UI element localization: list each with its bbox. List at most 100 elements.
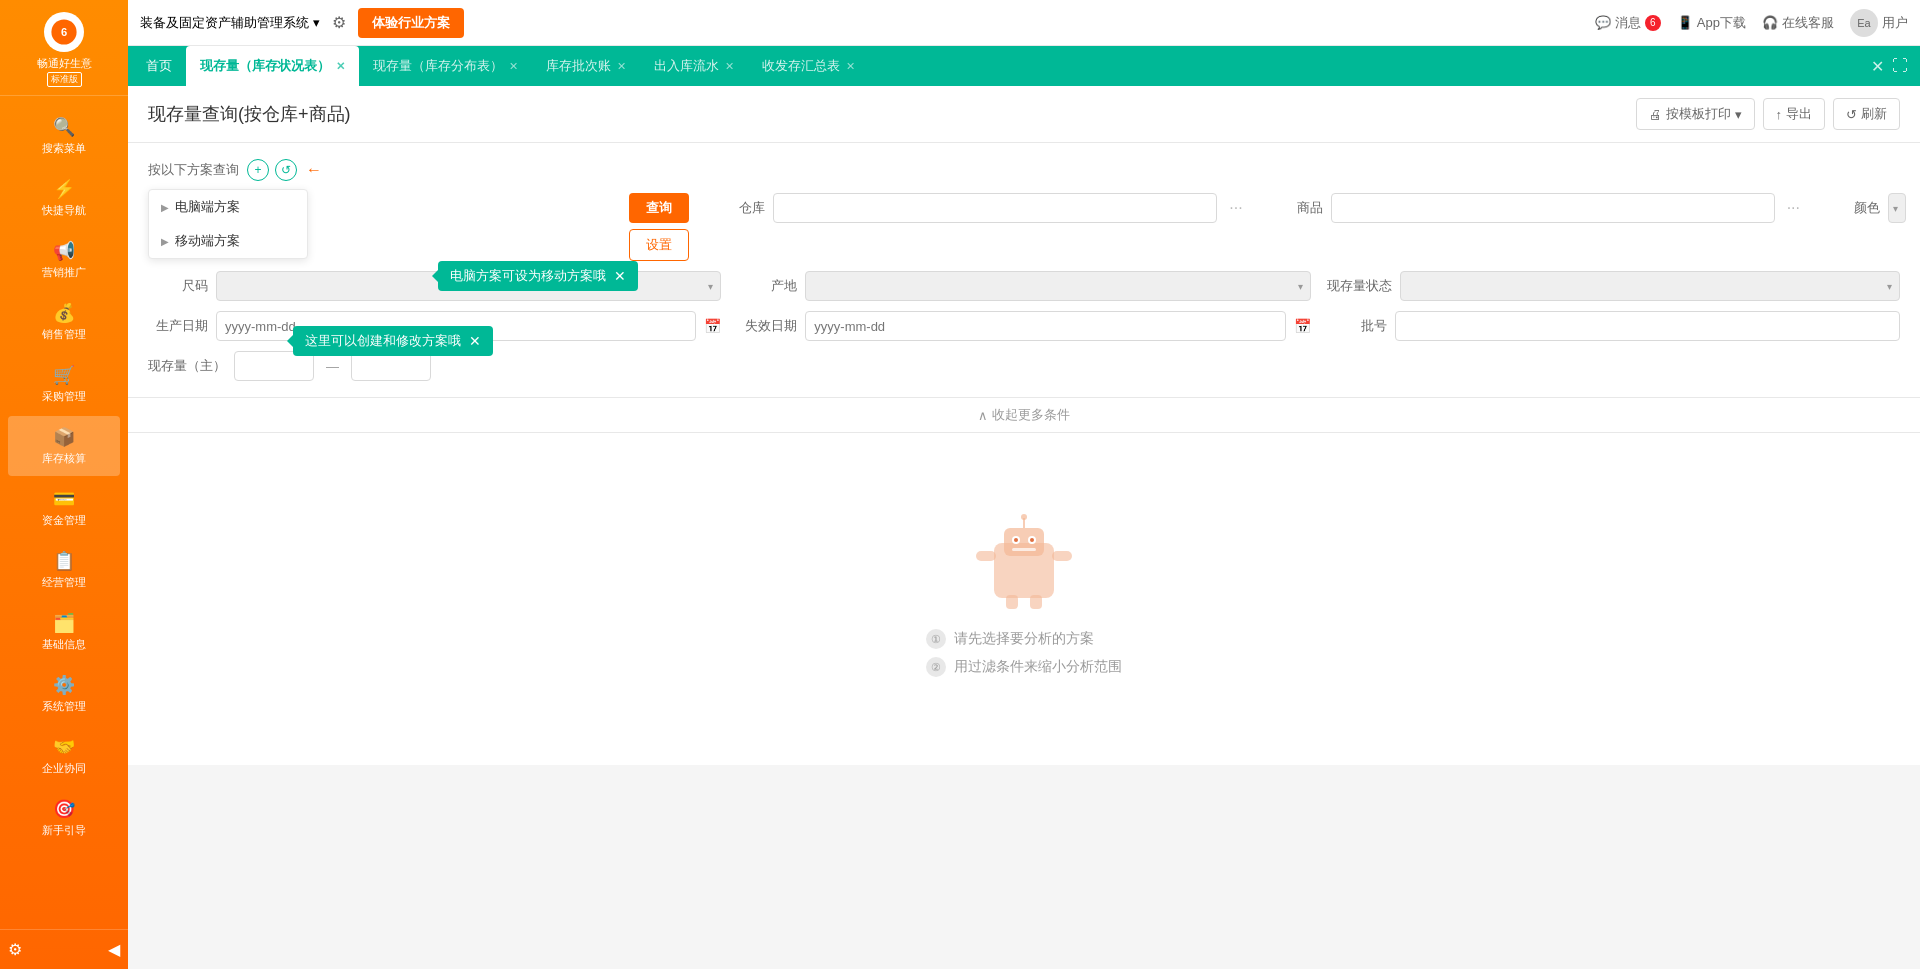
warehouse-dots[interactable]: ··· (1225, 199, 1246, 217)
tooltip-pc-close[interactable]: ✕ (614, 268, 626, 284)
batch-input[interactable] (1395, 311, 1900, 341)
support-label: 在线客服 (1782, 14, 1834, 32)
batch-label: 批号 (1327, 317, 1387, 335)
sidebar-item-purchase[interactable]: 🛒 采购管理 (8, 354, 120, 414)
top-header: 装备及固定资产辅助管理系统 ▾ ⚙ 体验行业方案 💬 消息 6 📱 App下载 … (128, 0, 1920, 46)
sidebar-item-marketing[interactable]: 📢 营销推广 (8, 230, 120, 290)
header-settings-btn[interactable]: ⚙ (332, 13, 346, 32)
back-btn[interactable]: ← (303, 159, 325, 181)
tab-close-inventory-batch[interactable]: ✕ (617, 60, 626, 73)
tab-inout-flow[interactable]: 出入库流水✕ (640, 46, 748, 86)
settings-footer-btn[interactable]: ⚙ (8, 940, 22, 959)
tab-bar-right: ✕ ⛶ (1871, 57, 1916, 76)
logo-icon: 6 (44, 12, 84, 52)
tab-close-inventory-dist[interactable]: ✕ (509, 60, 518, 73)
sidebar-item-system[interactable]: ⚙️ 系统管理 (8, 664, 120, 724)
basic-icon: 🗂️ (53, 612, 75, 634)
collapse-icon: ∧ (978, 408, 988, 423)
step1-text: 请先选择要分析的方案 (954, 630, 1094, 648)
sidebar-item-label-sales: 销售管理 (42, 327, 86, 342)
sidebar-item-enterprise[interactable]: 🤝 企业协同 (8, 726, 120, 786)
sidebar-item-basic[interactable]: 🗂️ 基础信息 (8, 602, 120, 662)
print-chevron-icon: ▾ (1735, 107, 1742, 122)
sidebar-item-search[interactable]: 🔍 搜索菜单 (8, 106, 120, 166)
tab-inventory-status[interactable]: 现存量（库存状况表） ✕ (186, 46, 359, 86)
tooltip-create-close[interactable]: ✕ (469, 333, 481, 349)
search-btn[interactable]: 查询 (629, 193, 689, 223)
stock-status-select[interactable] (1400, 271, 1900, 301)
sidebar-item-label-system: 系统管理 (42, 699, 86, 714)
warehouse-input[interactable] (773, 193, 1217, 223)
tooltip-pc-text: 电脑方案可设为移动方案哦 (450, 267, 606, 285)
tab-label-home: 首页 (146, 57, 172, 75)
reset-btn[interactable]: 设置 (629, 229, 689, 261)
messages-btn[interactable]: 💬 消息 6 (1595, 14, 1661, 32)
fullscreen-btn[interactable]: ⛶ (1892, 57, 1908, 75)
sidebar-item-sales[interactable]: 💰 销售管理 (8, 292, 120, 352)
sidebar-item-guide[interactable]: 🎯 新手引导 (8, 788, 120, 848)
trial-btn[interactable]: 体验行业方案 (358, 8, 464, 38)
svg-rect-12 (1030, 595, 1042, 609)
add-scheme-btn[interactable]: + (247, 159, 269, 181)
stock-main-label: 现存量（主） (148, 357, 226, 375)
tab-bar: 首页现存量（库存状况表）✕现存量（库存分布表）✕库存批次账✕出入库流水✕收发存汇… (128, 46, 1920, 86)
search-icon: 🔍 (53, 116, 75, 138)
tab-inventory-batch[interactable]: 库存批次账✕ (532, 46, 640, 86)
filter-goods: 商品 ··· (1263, 193, 1804, 223)
chevron-down-icon: ▾ (313, 15, 320, 30)
close-all-tabs-btn[interactable]: ✕ (1871, 57, 1884, 76)
sidebar-item-inventory[interactable]: 📦 库存核算 (8, 416, 120, 476)
goods-label: 商品 (1263, 199, 1323, 217)
print-btn[interactable]: 🖨 按模板打印 ▾ (1636, 98, 1755, 130)
refresh-btn[interactable]: ↺ 刷新 (1833, 98, 1900, 130)
sidebar-item-finance[interactable]: 💳 资金管理 (8, 478, 120, 538)
svg-point-7 (1030, 538, 1034, 542)
system-icon: ⚙️ (53, 674, 75, 696)
system-title-select[interactable]: 装备及固定资产辅助管理系统 ▾ (140, 14, 320, 32)
sidebar-item-quick[interactable]: ⚡ 快捷导航 (8, 168, 120, 228)
exp-date-cal-icon[interactable]: 📅 (1294, 318, 1311, 334)
prod-date-label: 生产日期 (148, 317, 208, 335)
user-btn[interactable]: Ea 用户 (1850, 9, 1908, 37)
purchase-icon: 🛒 (53, 364, 75, 386)
message-icon: 💬 (1595, 15, 1611, 30)
tab-close-inout-flow[interactable]: ✕ (725, 60, 734, 73)
tooltip-create-text: 这里可以创建和修改方案哦 (305, 332, 461, 350)
logo-badge: 标准版 (47, 72, 82, 87)
collapse-bar[interactable]: ∧ 收起更多条件 (128, 398, 1920, 433)
tab-label-inventory-status: 现存量（库存状况表） (200, 57, 330, 75)
stock-status-select-wrapper: ▾ (1400, 271, 1900, 301)
collapse-footer-btn[interactable]: ◀ (108, 940, 120, 959)
export-btn[interactable]: ↑ 导出 (1763, 98, 1826, 130)
tab-inventory-dist[interactable]: 现存量（库存分布表）✕ (359, 46, 532, 86)
support-btn[interactable]: 🎧 在线客服 (1762, 14, 1834, 32)
refresh-scheme-btn[interactable]: ↺ (275, 159, 297, 181)
step2-text: 用过滤条件来缩小分析范围 (954, 658, 1122, 676)
sidebar-item-label-guide: 新手引导 (42, 823, 86, 838)
prod-date-cal-icon[interactable]: 📅 (704, 318, 721, 334)
tab-receive-summary[interactable]: 收发存汇总表✕ (748, 46, 869, 86)
page-actions: 🖨 按模板打印 ▾ ↑ 导出 ↺ 刷新 (1636, 98, 1901, 130)
tab-close-inventory-status[interactable]: ✕ (336, 60, 345, 73)
svg-rect-9 (976, 551, 996, 561)
warehouse-label: 仓库 (705, 199, 765, 217)
msg-badge: 6 (1645, 15, 1661, 31)
app-download-btn[interactable]: 📱 App下载 (1677, 14, 1746, 32)
tab-close-receive-summary[interactable]: ✕ (846, 60, 855, 73)
goods-input[interactable] (1331, 193, 1775, 223)
tab-home[interactable]: 首页 (132, 46, 186, 86)
sidebar-item-operation[interactable]: 📋 经营管理 (8, 540, 120, 600)
origin-select[interactable] (805, 271, 1310, 301)
filter-grid-row2: 尺码 ▾ 产地 ▾ 现存量状态 ▾ (148, 271, 1900, 301)
goods-dots[interactable]: ··· (1783, 199, 1804, 217)
scheme-item-pc[interactable]: ▶ 电脑端方案 (149, 190, 307, 224)
origin-label: 产地 (737, 277, 797, 295)
exp-date-input[interactable] (805, 311, 1285, 341)
scheme-item-mobile[interactable]: ▶ 移动端方案 (149, 224, 307, 258)
filter-header-actions: + ↺ ← (247, 159, 325, 181)
refresh-icon: ↺ (1846, 107, 1857, 122)
color-select[interactable] (1888, 193, 1906, 223)
sidebar: 6 畅通好生意 标准版 🔍 搜索菜单 ⚡ 快捷导航 📢 营销推广 💰 销售管理 … (0, 0, 128, 969)
chevron-right-icon-2: ▶ (161, 236, 169, 247)
sidebar-item-label-basic: 基础信息 (42, 637, 86, 652)
